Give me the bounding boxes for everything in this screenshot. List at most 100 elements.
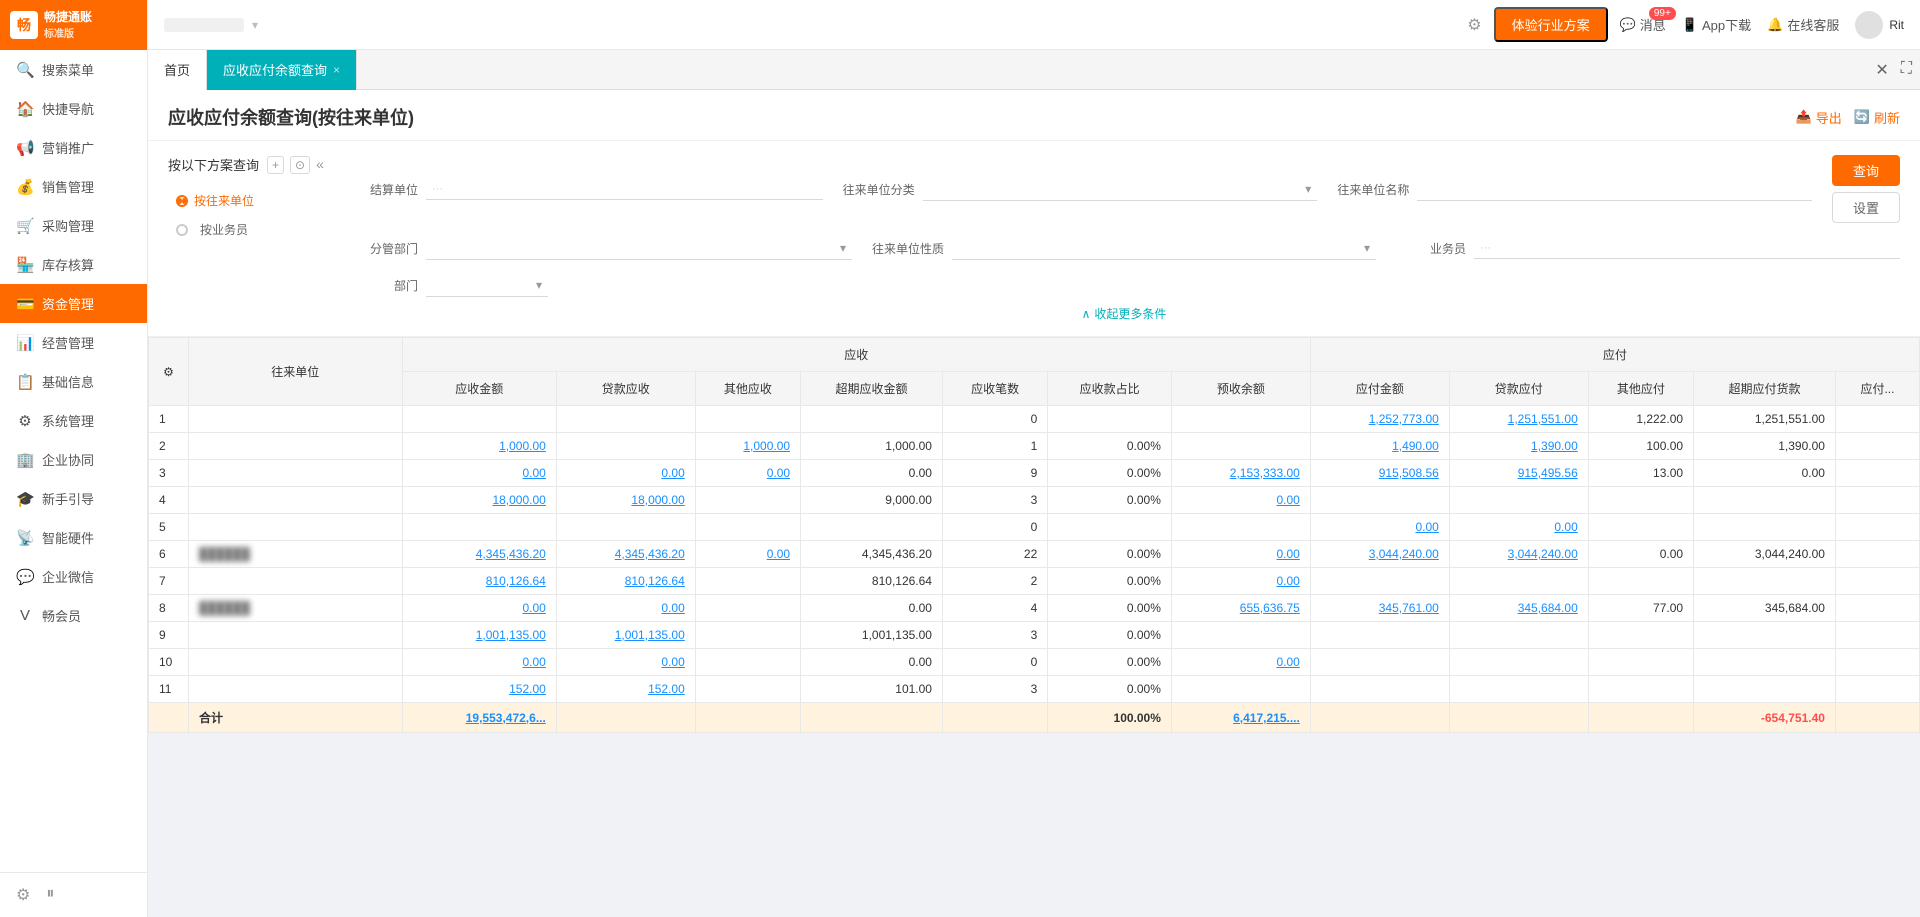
cell-payable-amount-link[interactable]: 3,044,240.00	[1369, 547, 1439, 561]
department-select[interactable]: ▾	[426, 274, 548, 297]
footer-advance-link[interactable]: 6,417,215....	[1233, 711, 1300, 725]
cell-other-receivable[interactable]	[695, 649, 800, 676]
cell-receivable-amount[interactable]: 1,001,135.00	[402, 622, 556, 649]
cell-advance-balance[interactable]	[1171, 622, 1310, 649]
cell-other-receivable[interactable]: 0.00	[695, 541, 800, 568]
cell-other-receivable[interactable]	[695, 406, 800, 433]
dept-select[interactable]: ▾	[426, 237, 852, 260]
cell-loan-payable[interactable]: 3,044,240.00	[1449, 541, 1588, 568]
cell-payable-amount-link[interactable]: 0.00	[1415, 520, 1438, 534]
cell-loan-receivable[interactable]: 18,000.00	[556, 487, 695, 514]
settlement-input[interactable]: ···	[426, 179, 823, 200]
collapse-plan-icon[interactable]: «	[316, 156, 324, 174]
cell-receivable-amount[interactable]	[402, 514, 556, 541]
sidebar-item-basic[interactable]: 📋 基础信息	[0, 362, 147, 401]
cell-advance-balance[interactable]: 0.00	[1171, 541, 1310, 568]
cell-payable-amount[interactable]: 1,490.00	[1310, 433, 1449, 460]
setting-button[interactable]: 设置	[1832, 192, 1900, 223]
message-button[interactable]: 💬 消息 99+	[1620, 15, 1666, 34]
cell-advance-balance-link[interactable]: 655,636.75	[1240, 601, 1300, 615]
cell-receivable-amount-link[interactable]: 1,001,135.00	[476, 628, 546, 642]
cell-receivable-amount[interactable]: 18,000.00	[402, 487, 556, 514]
cell-loan-receivable[interactable]: 0.00	[556, 460, 695, 487]
tab-balance[interactable]: 应收应付余额查询 ×	[207, 50, 357, 90]
cell-advance-balance-link[interactable]: 0.00	[1276, 574, 1299, 588]
cell-loan-receivable-link[interactable]: 18,000.00	[631, 493, 684, 507]
footer-advance-balance[interactable]: 6,417,215....	[1171, 703, 1310, 733]
footer-receivable-link[interactable]: 19,553,472,6...	[466, 711, 546, 725]
cell-loan-receivable[interactable]: 810,126.64	[556, 568, 695, 595]
sidebar-item-sales[interactable]: 💰 销售管理	[0, 167, 147, 206]
cell-payable-amount[interactable]: 345,761.00	[1310, 595, 1449, 622]
footer-receivable-amount[interactable]: 19,553,472,6...	[402, 703, 556, 733]
table-settings-icon[interactable]: ⚙	[163, 365, 174, 379]
cell-advance-balance-link[interactable]: 0.00	[1276, 655, 1299, 669]
cell-receivable-amount[interactable]: 0.00	[402, 649, 556, 676]
cell-other-receivable-link[interactable]: 1,000.00	[743, 439, 790, 453]
cell-payable-amount[interactable]	[1310, 622, 1449, 649]
cell-loan-payable[interactable]: 1,390.00	[1449, 433, 1588, 460]
sidebar-item-quick[interactable]: 🏠 快捷导航	[0, 89, 147, 128]
cell-payable-amount[interactable]	[1310, 487, 1449, 514]
cell-payable-amount-link[interactable]: 1,490.00	[1392, 439, 1439, 453]
cell-loan-payable-link[interactable]: 1,251,551.00	[1508, 412, 1578, 426]
cell-loan-receivable[interactable]	[556, 433, 695, 460]
cell-loan-receivable[interactable]: 4,345,436.20	[556, 541, 695, 568]
cell-other-receivable[interactable]	[695, 514, 800, 541]
sidebar-item-inventory[interactable]: 🏪 库存核算	[0, 245, 147, 284]
cell-loan-receivable[interactable]	[556, 514, 695, 541]
maximize-icon[interactable]: ⛶	[1901, 60, 1912, 80]
sidebar-item-guide[interactable]: 🎓 新手引导	[0, 479, 147, 518]
cell-loan-payable-link[interactable]: 1,390.00	[1531, 439, 1578, 453]
cell-loan-payable[interactable]: 0.00	[1449, 514, 1588, 541]
cell-other-receivable-link[interactable]: 0.00	[767, 466, 790, 480]
cell-loan-receivable-link[interactable]: 0.00	[661, 655, 684, 669]
cell-advance-balance[interactable]	[1171, 406, 1310, 433]
cell-loan-payable[interactable]: 345,684.00	[1449, 595, 1588, 622]
cell-loan-payable-link[interactable]: 3,044,240.00	[1508, 547, 1578, 561]
plan-by-unit[interactable]: 按往来单位	[168, 188, 328, 213]
cell-payable-amount[interactable]	[1310, 649, 1449, 676]
cell-advance-balance[interactable]	[1171, 514, 1310, 541]
plan-by-employee[interactable]: 按业务员	[168, 217, 328, 242]
unit-nature-select[interactable]: ▾	[952, 237, 1376, 260]
cell-loan-receivable-link[interactable]: 0.00	[661, 466, 684, 480]
cell-advance-balance[interactable]: 2,153,333.00	[1171, 460, 1310, 487]
topbar-gear-icon[interactable]: ⚙	[1467, 15, 1481, 35]
salesperson-input[interactable]: ···	[1474, 238, 1900, 259]
cell-advance-balance[interactable]	[1171, 676, 1310, 703]
user-profile[interactable]: Rit	[1855, 11, 1904, 39]
cell-receivable-amount-link[interactable]: 4,345,436.20	[476, 547, 546, 561]
cell-loan-receivable[interactable]: 0.00	[556, 649, 695, 676]
cell-loan-payable-link[interactable]: 915,495.56	[1518, 466, 1578, 480]
cell-loan-payable[interactable]	[1449, 487, 1588, 514]
sidebar-item-purchase[interactable]: 🛒 采购管理	[0, 206, 147, 245]
cell-loan-payable[interactable]: 915,495.56	[1449, 460, 1588, 487]
online-service-button[interactable]: 🔔 在线客服	[1767, 15, 1839, 34]
cell-receivable-amount-link[interactable]: 810,126.64	[486, 574, 546, 588]
cell-advance-balance-link[interactable]: 2,153,333.00	[1230, 466, 1300, 480]
cell-receivable-amount-link[interactable]: 152.00	[509, 682, 546, 696]
cell-payable-amount[interactable]: 915,508.56	[1310, 460, 1449, 487]
cell-advance-balance[interactable]: 0.00	[1171, 568, 1310, 595]
sidebar-item-member[interactable]: V 畅会员	[0, 596, 147, 635]
tab-home[interactable]: 首页	[148, 50, 207, 90]
sidebar-item-hardware[interactable]: 📡 智能硬件	[0, 518, 147, 557]
cell-advance-balance[interactable]: 0.00	[1171, 649, 1310, 676]
collapse-button[interactable]: ∧ 收起更多条件	[348, 305, 1900, 322]
cell-loan-receivable-link[interactable]: 4,345,436.20	[615, 547, 685, 561]
cell-receivable-amount[interactable]: 0.00	[402, 460, 556, 487]
sidebar-item-marketing[interactable]: 📢 营销推广	[0, 128, 147, 167]
tab-close-icon[interactable]: ×	[333, 63, 340, 77]
cell-payable-amount[interactable]	[1310, 568, 1449, 595]
edit-plan-icon[interactable]: ⊙	[290, 156, 310, 174]
promo-button[interactable]: 体验行业方案	[1494, 7, 1608, 42]
sidebar-item-wechat[interactable]: 💬 企业微信	[0, 557, 147, 596]
cell-loan-receivable-link[interactable]: 810,126.64	[625, 574, 685, 588]
cell-advance-balance-link[interactable]: 0.00	[1276, 547, 1299, 561]
sidebar-item-finance[interactable]: 💳 资金管理	[0, 284, 147, 323]
app-download-button[interactable]: 📱 App下载	[1682, 15, 1751, 34]
cell-loan-payable-link[interactable]: 0.00	[1554, 520, 1577, 534]
th-settings[interactable]: ⚙	[149, 338, 189, 406]
cell-receivable-amount[interactable]: 0.00	[402, 595, 556, 622]
